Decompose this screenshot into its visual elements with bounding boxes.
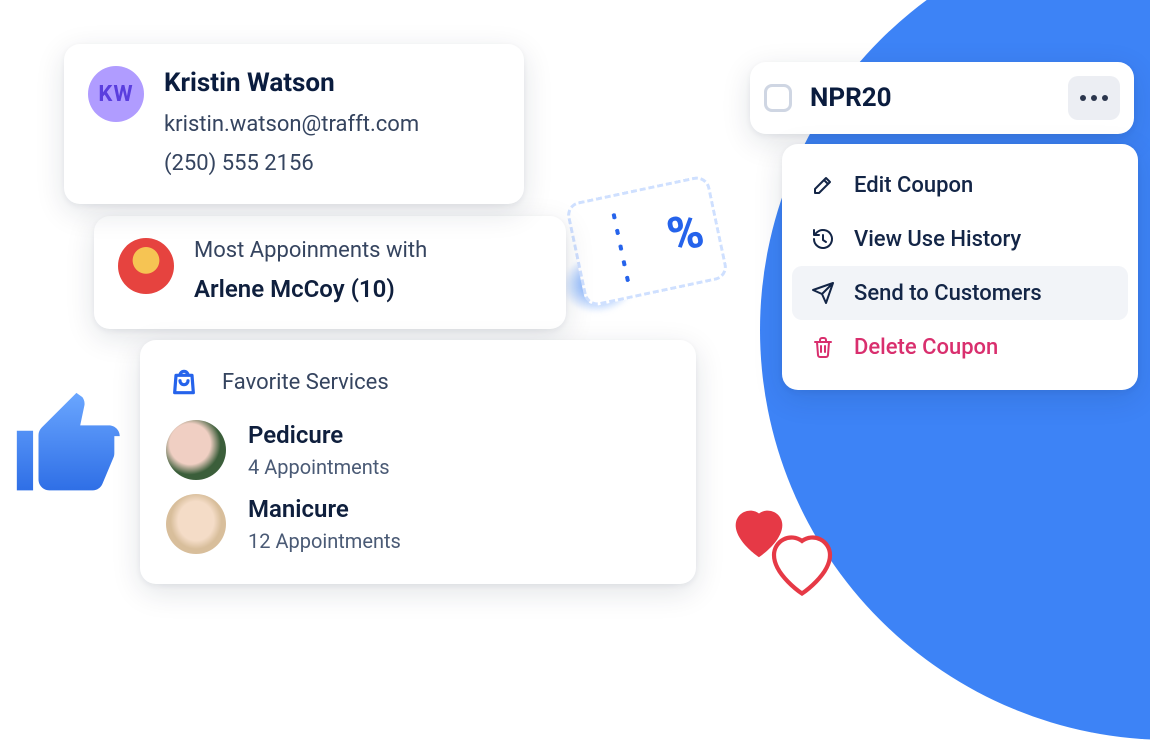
staff-avatar bbox=[118, 238, 174, 294]
menu-item-label: Delete Coupon bbox=[854, 335, 998, 360]
coupon-select-checkbox[interactable] bbox=[764, 84, 792, 112]
most-appointments-card: Most Appoinments with Arlene McCoy (10) bbox=[94, 216, 566, 329]
service-appointment-count: 4 Appointments bbox=[248, 455, 390, 479]
menu-item-label: Edit Coupon bbox=[854, 173, 973, 198]
history-icon bbox=[810, 226, 836, 252]
service-name: Manicure bbox=[248, 495, 401, 523]
favorite-services-title: Favorite Services bbox=[222, 370, 389, 395]
service-thumbnail bbox=[166, 420, 226, 480]
pencil-icon bbox=[810, 172, 836, 198]
service-name: Pedicure bbox=[248, 421, 390, 449]
coupon-row: NPR20 bbox=[750, 62, 1134, 134]
menu-item-label: Send to Customers bbox=[854, 281, 1042, 306]
customer-name: Kristin Watson bbox=[164, 68, 419, 98]
service-appointment-count: 12 Appointments bbox=[248, 529, 401, 553]
menu-item-delete-coupon[interactable]: Delete Coupon bbox=[792, 320, 1128, 374]
coupon-actions-menu: Edit Coupon View Use History Send to Cus… bbox=[782, 144, 1138, 390]
ellipsis-icon bbox=[1080, 95, 1086, 101]
service-thumbnail bbox=[166, 494, 226, 554]
hearts-graphic bbox=[724, 496, 864, 596]
trash-icon bbox=[810, 334, 836, 360]
menu-item-send-to-customers[interactable]: Send to Customers bbox=[792, 266, 1128, 320]
customer-phone: (250) 555 2156 bbox=[164, 151, 419, 176]
favorite-services-card: Favorite Services Pedicure 4 Appointment… bbox=[140, 340, 696, 584]
thumbs-up-icon bbox=[6, 382, 136, 512]
coupon-code: NPR20 bbox=[810, 83, 892, 113]
avatar: KW bbox=[88, 66, 144, 122]
most-appointments-value: Arlene McCoy (10) bbox=[194, 275, 427, 303]
service-row: Manicure 12 Appointments bbox=[166, 494, 670, 554]
menu-item-label: View Use History bbox=[854, 227, 1021, 252]
shopping-bag-icon bbox=[166, 364, 202, 400]
send-icon bbox=[810, 280, 836, 306]
service-row: Pedicure 4 Appointments bbox=[166, 420, 670, 480]
customer-email: kristin.watson@trafft.com bbox=[164, 112, 419, 137]
more-options-button[interactable] bbox=[1068, 76, 1120, 120]
coupon-ticket-graphic: % bbox=[565, 174, 730, 308]
most-appointments-label: Most Appoinments with bbox=[194, 238, 427, 263]
customer-card: KW Kristin Watson kristin.watson@trafft.… bbox=[64, 44, 524, 204]
menu-item-view-use-history[interactable]: View Use History bbox=[792, 212, 1128, 266]
menu-item-edit-coupon[interactable]: Edit Coupon bbox=[792, 158, 1128, 212]
